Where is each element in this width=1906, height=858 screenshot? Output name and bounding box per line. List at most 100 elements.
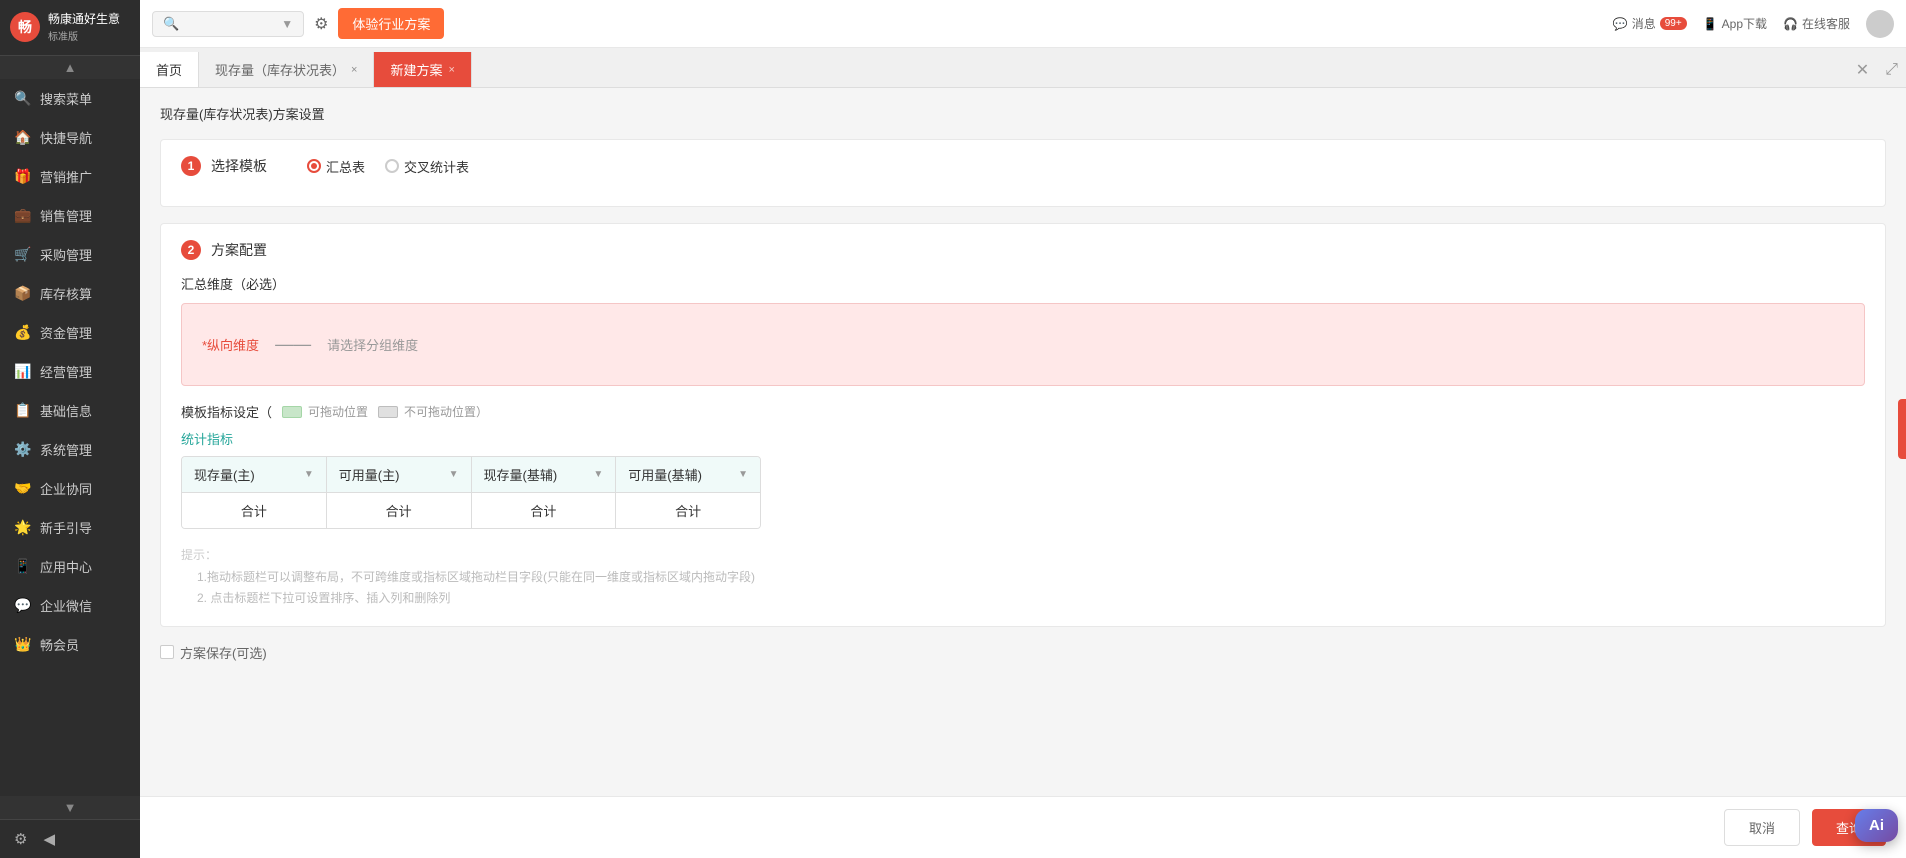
step1-number: 1 [181, 156, 201, 176]
tip-item-1: 2. 点击标题栏下拉可设置排序、插入列和删除列 [181, 588, 1865, 610]
ai-float-button[interactable]: Ai [1855, 809, 1898, 842]
new-guide-icon: 🌟 [14, 518, 32, 536]
sidebar-item-label: 资金管理 [40, 323, 92, 342]
purchase-icon: 🛒 [14, 245, 32, 263]
step2-number: 2 [181, 240, 201, 260]
sidebar-item-purchase[interactable]: 🛒 采购管理 [0, 235, 140, 274]
legend-non-draggable-box [378, 406, 398, 418]
cancel-button[interactable]: 取消 [1724, 809, 1800, 846]
sidebar-item-quick-nav[interactable]: 🏠 快捷导航 [0, 118, 140, 157]
stats-col-3[interactable]: 可用量(基辅) ▼ [616, 457, 760, 492]
tab-new-plan[interactable]: 新建方案 × [374, 52, 471, 87]
stats-col-1[interactable]: 可用量(主) ▼ [327, 457, 472, 492]
stats-cell-2: 合计 [472, 493, 617, 528]
sidebar-item-wechat[interactable]: 💬 企业微信 [0, 586, 140, 625]
legend-non-draggable-group: 不可拖动位置） [378, 403, 488, 420]
sidebar-item-search-menu[interactable]: 🔍 搜索菜单 [0, 79, 140, 118]
chevron-down-icon-3[interactable]: ▼ [738, 469, 748, 480]
tab-inventory-status-close[interactable]: × [351, 64, 357, 76]
industry-btn[interactable]: 体验行业方案 [338, 8, 444, 39]
search-dropdown-icon[interactable]: ▼ [281, 17, 293, 31]
sidebar-item-label: 快捷导航 [40, 128, 92, 147]
app-center-icon: 📱 [14, 557, 32, 575]
sidebar-item-marketing[interactable]: 🎁 营销推广 [0, 157, 140, 196]
sidebar-item-label: 应用中心 [40, 557, 92, 576]
option-summary-label: 汇总表 [326, 157, 365, 176]
logo-text-block: 畅康通好生意 标准版 [48, 12, 120, 43]
sidebar-item-label: 系统管理 [40, 440, 92, 459]
step1-card: 1 选择模板 汇总表 交叉统计表 [160, 139, 1886, 207]
search-box[interactable]: 🔍 ▼ [152, 11, 304, 37]
sidebar-item-enterprise[interactable]: 🤝 企业协同 [0, 469, 140, 508]
sales-icon: 💼 [14, 206, 32, 224]
tab-inventory-status[interactable]: 现存量（库存状况表） × [199, 52, 374, 87]
sidebar-item-label: 畅会员 [40, 635, 79, 654]
indicators-label-text: 模板指标设定（ [181, 402, 272, 421]
option-cross-label: 交叉统计表 [404, 157, 469, 176]
operations-icon: 📊 [14, 362, 32, 380]
sidebar-item-basic-info[interactable]: 📋 基础信息 [0, 391, 140, 430]
sidebar-item-new-guide[interactable]: 🌟 新手引导 [0, 508, 140, 547]
sidebar-scroll-up[interactable]: ▲ [0, 56, 140, 79]
topbar-right: 💬 消息 99+ 📱 App下载 🎧 在线客服 [1613, 10, 1894, 38]
sidebar-item-app-center[interactable]: 📱 应用中心 [0, 547, 140, 586]
stats-cell-1: 合计 [327, 493, 472, 528]
tips-title: 提示： [181, 548, 217, 562]
tab-bar: 首页 现存量（库存状况表） × 新建方案 × ✕ ⤢ [140, 48, 1906, 88]
save-checkbox[interactable] [160, 645, 174, 659]
radio-cross-dot [385, 159, 399, 173]
collapse-icon[interactable]: ◀ [43, 830, 55, 848]
summary-dimension-label: 汇总维度（必选） [181, 274, 1865, 293]
gear-icon[interactable]: ⚙ [314, 14, 328, 34]
message-item[interactable]: 💬 消息 99+ [1613, 15, 1687, 32]
sidebar-scroll-down[interactable]: ▼ [0, 796, 140, 819]
option-summary[interactable]: 汇总表 [307, 157, 365, 176]
online-service-item[interactable]: 🎧 在线客服 [1783, 15, 1850, 32]
search-input[interactable] [185, 17, 275, 31]
stats-col-3-label: 可用量(基辅) [628, 465, 702, 484]
tab-home-label: 首页 [156, 60, 182, 79]
dimension-box[interactable]: *纵向维度 —— 请选择分组维度 [181, 303, 1865, 386]
tab-close-btn[interactable]: ✕ [1848, 56, 1877, 84]
logo-icon: 畅 [10, 12, 40, 42]
sidebar-item-system[interactable]: ⚙️ 系统管理 [0, 430, 140, 469]
tab-new-plan-close[interactable]: × [448, 64, 454, 76]
legend-non-draggable-label: 不可拖动位置） [404, 403, 488, 420]
tab-new-plan-label: 新建方案 [390, 60, 442, 79]
tab-home[interactable]: 首页 [140, 52, 199, 87]
chevron-down-icon-2[interactable]: ▼ [593, 469, 603, 480]
tip-item-0: 1.拖动标题栏可以调整布局，不可跨维度或指标区域拖动栏目字段(只能在同一维度或指… [181, 567, 1865, 589]
marketing-icon: 🎁 [14, 167, 32, 185]
basic-info-icon: 📋 [14, 401, 32, 419]
step2-title: 方案配置 [211, 240, 267, 260]
sidebar-item-label: 销售管理 [40, 206, 92, 225]
sidebar-item-label: 搜索菜单 [40, 89, 92, 108]
stats-col-0[interactable]: 现存量(主) ▼ [182, 457, 327, 492]
headset-icon: 🎧 [1783, 17, 1798, 31]
dimension-arrow: —— [275, 334, 311, 355]
app-download-item[interactable]: 📱 App下载 [1703, 15, 1767, 32]
sidebar-item-label: 营销推广 [40, 167, 92, 186]
avatar[interactable] [1866, 10, 1894, 38]
online-service-label: 在线客服 [1802, 15, 1850, 32]
settings-icon[interactable]: ⚙ [14, 830, 27, 848]
chevron-down-icon-1[interactable]: ▼ [449, 469, 459, 480]
sidebar-item-label: 采购管理 [40, 245, 92, 264]
tab-expand-btn[interactable]: ⤢ [1877, 57, 1906, 83]
sidebar-item-finance[interactable]: 💰 资金管理 [0, 313, 140, 352]
sidebar-item-operations[interactable]: 📊 经营管理 [0, 352, 140, 391]
content-area: 现存量(库存状况表)方案设置 1 选择模板 汇总表 交叉统计表 [140, 88, 1906, 858]
message-label: 消息 [1632, 15, 1656, 32]
option-cross[interactable]: 交叉统计表 [385, 157, 469, 176]
legend-draggable-box [282, 406, 302, 418]
sidebar-item-member[interactable]: 👑 畅会员 [0, 625, 140, 664]
sidebar-item-sales[interactable]: 💼 销售管理 [0, 196, 140, 235]
sidebar-item-label: 新手引导 [40, 518, 92, 537]
sidebar-item-inventory[interactable]: 📦 库存核算 [0, 274, 140, 313]
stats-col-2[interactable]: 现存量(基辅) ▼ [472, 457, 617, 492]
stats-col-0-label: 现存量(主) [194, 465, 255, 484]
save-option[interactable]: 方案保存(可选) [160, 643, 1886, 662]
chevron-down-icon-0[interactable]: ▼ [304, 469, 314, 480]
right-handle[interactable] [1898, 399, 1906, 459]
radio-summary-dot [307, 159, 321, 173]
